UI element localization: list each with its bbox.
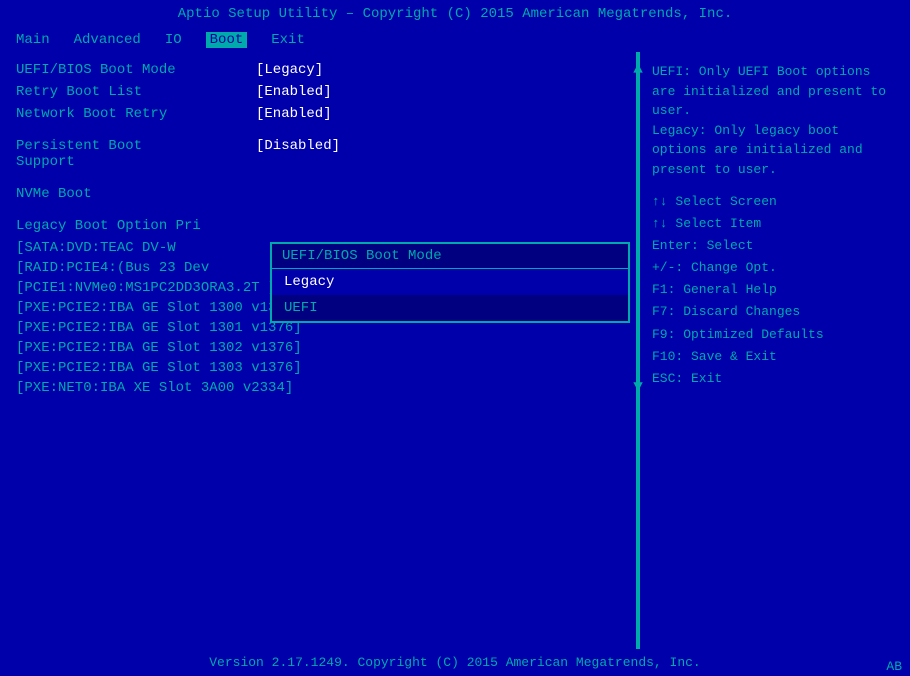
key-enter: Enter: Select xyxy=(652,235,898,257)
key-optimized: F9: Optimized Defaults xyxy=(652,324,898,346)
key-select-screen: ↑↓ Select Screen xyxy=(652,191,898,213)
setting-label-uefi: UEFI/BIOS Boot Mode xyxy=(16,62,256,78)
key-help: ↑↓ Select Screen ↑↓ Select Item Enter: S… xyxy=(652,191,898,390)
footer: Version 2.17.1249. Copyright (C) 2015 Am… xyxy=(0,649,910,676)
setting-nvme-boot[interactable]: NVMe Boot xyxy=(16,186,620,202)
key-discard: F7: Discard Changes xyxy=(652,301,898,323)
help-text: UEFI: Only UEFI Boot options are initial… xyxy=(652,62,898,179)
setting-label-persistent: Persistent BootSupport xyxy=(16,138,256,170)
setting-label-retry: Retry Boot List xyxy=(16,84,256,100)
boot-item-6[interactable]: [PXE:PCIE2:IBA GE Slot 1302 v1376] xyxy=(16,340,620,356)
nav-item-exit[interactable]: Exit xyxy=(271,32,305,48)
setting-value-network: [Enabled] xyxy=(256,106,332,122)
key-save-exit: F10: Save & Exit xyxy=(652,346,898,368)
nav-item-advanced[interactable]: Advanced xyxy=(74,32,141,48)
title-text: Aptio Setup Utility – Copyright (C) 2015… xyxy=(178,6,733,22)
setting-network-boot-retry[interactable]: Network Boot Retry [Enabled] xyxy=(16,106,620,122)
modal-option-uefi[interactable]: UEFI xyxy=(272,295,628,321)
setting-label-network: Network Boot Retry xyxy=(16,106,256,122)
footer-text: Version 2.17.1249. Copyright (C) 2015 Am… xyxy=(209,655,700,670)
left-panel: UEFI/BIOS Boot Mode [Legacy] Retry Boot … xyxy=(0,52,636,649)
setting-value-retry: [Enabled] xyxy=(256,84,332,100)
right-panel: UEFI: Only UEFI Boot options are initial… xyxy=(640,52,910,649)
setting-retry-boot-list[interactable]: Retry Boot List [Enabled] xyxy=(16,84,620,100)
ab-badge: AB xyxy=(886,659,902,674)
boot-item-7[interactable]: [PXE:PCIE2:IBA GE Slot 1303 v1376] xyxy=(16,360,620,376)
setting-value-uefi: [Legacy] xyxy=(256,62,323,78)
setting-label-legacy-priority: Legacy Boot Option Pri xyxy=(16,218,256,234)
modal-title: UEFI/BIOS Boot Mode xyxy=(282,248,442,264)
nav-item-main[interactable]: Main xyxy=(16,32,50,48)
nav-item-io[interactable]: IO xyxy=(165,32,182,48)
nav-item-boot[interactable]: Boot xyxy=(206,32,248,48)
setting-uefi-bios-boot-mode[interactable]: UEFI/BIOS Boot Mode [Legacy] xyxy=(16,62,620,78)
modal-title-bar: UEFI/BIOS Boot Mode xyxy=(272,244,628,269)
modal-uefi-bios-boot-mode[interactable]: UEFI/BIOS Boot Mode Legacy UEFI xyxy=(270,242,630,323)
modal-option-legacy[interactable]: Legacy xyxy=(272,269,628,295)
key-select-item: ↑↓ Select Item xyxy=(652,213,898,235)
boot-item-8[interactable]: [PXE:NET0:IBA XE Slot 3A00 v2334] xyxy=(16,380,620,396)
title-bar: Aptio Setup Utility – Copyright (C) 2015… xyxy=(0,0,910,28)
setting-value-persistent: [Disabled] xyxy=(256,138,340,170)
nav-bar: Main Advanced IO Boot Exit xyxy=(0,28,910,52)
setting-label-nvme: NVMe Boot xyxy=(16,186,256,202)
key-general-help: F1: General Help xyxy=(652,279,898,301)
key-change-opt: +/-: Change Opt. xyxy=(652,257,898,279)
key-esc: ESC: Exit xyxy=(652,368,898,390)
setting-persistent-boot[interactable]: Persistent BootSupport [Disabled] xyxy=(16,138,620,170)
setting-legacy-boot-priority: Legacy Boot Option Pri xyxy=(16,218,620,234)
main-content: UEFI/BIOS Boot Mode [Legacy] Retry Boot … xyxy=(0,52,910,649)
